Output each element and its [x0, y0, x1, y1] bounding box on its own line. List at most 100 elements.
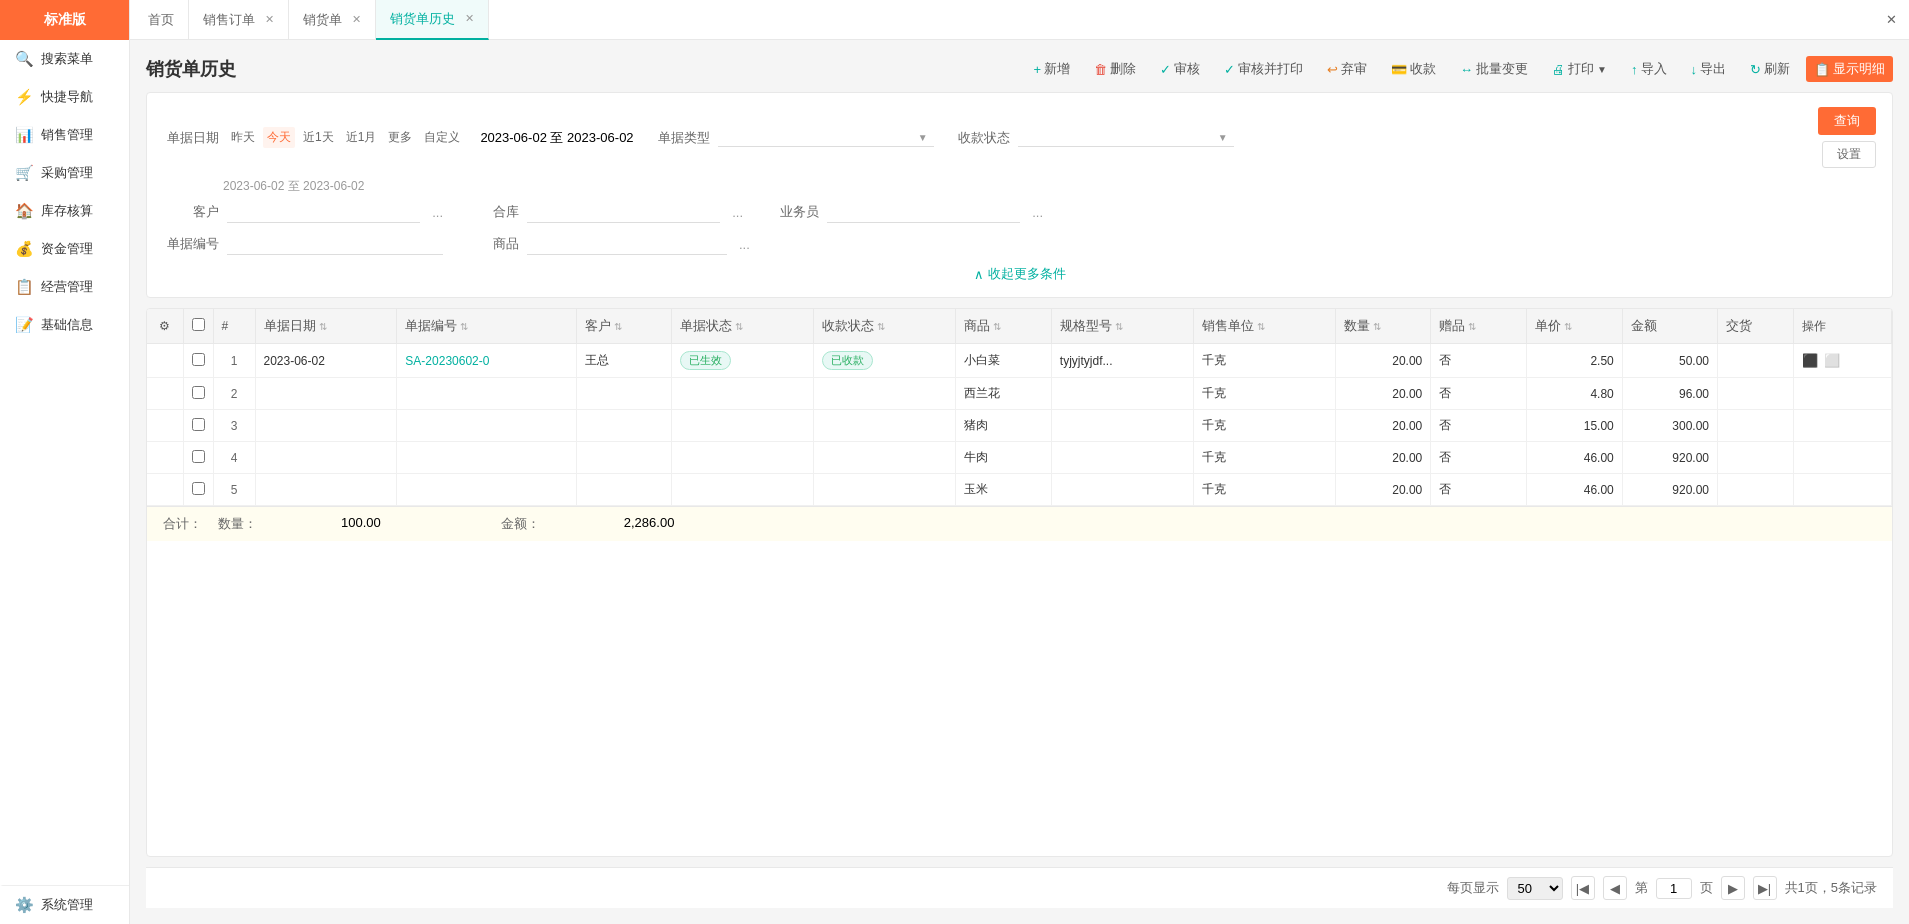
tab-sales-history-close[interactable]: ✕ [465, 12, 474, 25]
tab-home[interactable]: 首页 [134, 0, 189, 40]
page-size-select[interactable]: 50 100 [1507, 877, 1563, 900]
tab-sales-history[interactable]: 销货单历史 ✕ [376, 0, 489, 40]
row-checkbox-1[interactable] [192, 386, 205, 399]
cell-doc-no[interactable] [397, 442, 576, 474]
filter-docno-input[interactable] [227, 233, 443, 255]
sort-collect-status-icon: ⇅ [877, 321, 885, 332]
filter-warehouse-input[interactable] [527, 201, 720, 223]
tab-sales-order[interactable]: 销售订单 ✕ [189, 0, 289, 40]
filter-warehouse-dots[interactable]: ... [732, 205, 743, 220]
select-all-checkbox[interactable] [192, 318, 205, 331]
th-doc-date[interactable]: 单据日期⇅ [255, 309, 397, 344]
cell-collect-status [814, 442, 956, 474]
th-doc-status[interactable]: 单据状态⇅ [672, 309, 814, 344]
cell-checkbox[interactable] [183, 410, 213, 442]
date-yesterday-btn[interactable]: 昨天 [227, 127, 259, 148]
sidebar-item-label: 资金管理 [41, 240, 93, 258]
th-unit[interactable]: 销售单位⇅ [1193, 309, 1335, 344]
last-page-button[interactable]: ▶| [1753, 876, 1777, 900]
sidebar-item-sales-mgmt[interactable]: 📊 销售管理 [0, 116, 129, 154]
collapse-button[interactable]: ∧ 收起更多条件 [163, 265, 1876, 283]
sidebar-item-system[interactable]: ⚙️ 系统管理 [0, 885, 129, 924]
filter-salesperson-input[interactable] [827, 201, 1020, 223]
row-checkbox-2[interactable] [192, 418, 205, 431]
edit-action[interactable]: ⬛ [1802, 353, 1818, 368]
add-button[interactable]: + 新增 [1026, 56, 1079, 82]
tab-sales-delivery[interactable]: 销货单 ✕ [289, 0, 376, 40]
sidebar-item-search-menu[interactable]: 🔍 搜索菜单 [0, 40, 129, 78]
th-doc-no[interactable]: 单据编号⇅ [397, 309, 576, 344]
cell-checkbox[interactable] [183, 378, 213, 410]
filter-row-date-range: 2023-06-02 至 2023-06-02 [223, 178, 1876, 195]
row-checkbox-3[interactable] [192, 450, 205, 463]
tab-sales-order-close[interactable]: ✕ [265, 13, 274, 26]
cell-doc-no[interactable] [397, 474, 576, 506]
show-detail-button[interactable]: 📋 显示明细 [1806, 56, 1893, 82]
cell-checkbox[interactable] [183, 442, 213, 474]
th-customer[interactable]: 客户⇅ [576, 309, 672, 344]
page-number-input[interactable] [1656, 878, 1692, 899]
sidebar-item-inventory[interactable]: 🏠 库存核算 [0, 192, 129, 230]
sidebar-item-label: 经营管理 [41, 278, 93, 296]
sidebar-item-purchase-mgmt[interactable]: 🛒 采购管理 [0, 154, 129, 192]
filter-customer-input[interactable] [227, 201, 420, 223]
sidebar-item-quick-nav[interactable]: ⚡ 快捷导航 [0, 78, 129, 116]
cell-actions [1794, 474, 1892, 506]
filter-row-1: 单据日期 昨天 今天 近1天 近1月 更多 自定义 2023-06-02 至 2… [163, 107, 1876, 168]
sidebar-item-operations[interactable]: 📋 经营管理 [0, 268, 129, 306]
cell-unit: 千克 [1193, 474, 1335, 506]
th-quantity[interactable]: 数量⇅ [1335, 309, 1431, 344]
th-gift[interactable]: 赠品⇅ [1431, 309, 1527, 344]
window-close-button[interactable]: ✕ [1874, 12, 1909, 27]
print-button[interactable]: 🖨 打印 ▼ [1544, 56, 1615, 82]
collapse-up-icon: ∧ [974, 267, 984, 282]
date-month-btn[interactable]: 近1月 [342, 127, 381, 148]
th-settings[interactable]: ⚙ [147, 309, 183, 344]
delete-button[interactable]: 🗑 删除 [1086, 56, 1144, 82]
audit-print-button[interactable]: ✓ 审核并打印 [1216, 56, 1311, 82]
prev-page-button[interactable]: ◀ [1603, 876, 1627, 900]
row-checkbox-0[interactable] [192, 353, 205, 366]
row-checkbox-4[interactable] [192, 482, 205, 495]
set-button[interactable]: 设置 [1822, 141, 1876, 168]
filter-customer-dots[interactable]: ... [432, 205, 443, 220]
sidebar-item-finance[interactable]: 💰 资金管理 [0, 230, 129, 268]
th-collect-status[interactable]: 收款状态⇅ [814, 309, 956, 344]
next-page-button[interactable]: ▶ [1721, 876, 1745, 900]
cell-doc-no[interactable] [397, 410, 576, 442]
date-week-btn[interactable]: 近1天 [299, 127, 338, 148]
query-button[interactable]: 查询 [1818, 107, 1876, 135]
tab-sales-delivery-close[interactable]: ✕ [352, 13, 361, 26]
cell-checkbox[interactable] [183, 474, 213, 506]
cell-doc-no[interactable]: SA-20230602-0 [397, 344, 576, 378]
filter-warehouse-label: 合库 [463, 203, 519, 221]
import-button[interactable]: ↑ 导入 [1623, 56, 1675, 82]
collect-button[interactable]: 💳 收款 [1383, 56, 1444, 82]
filter-goods-dots[interactable]: ... [739, 237, 750, 252]
filter-collect-status-select[interactable]: ▼ [1018, 129, 1234, 147]
batch-change-button[interactable]: ↔ 批量变更 [1452, 56, 1536, 82]
export-button[interactable]: ↓ 导出 [1683, 56, 1735, 82]
filter-salesperson-dots[interactable]: ... [1032, 205, 1043, 220]
sales-mgmt-icon: 📊 [15, 126, 33, 144]
print-label: 打印 [1568, 60, 1594, 78]
cell-actions [1794, 442, 1892, 474]
th-spec[interactable]: 规格型号⇅ [1051, 309, 1193, 344]
th-checkbox[interactable] [183, 309, 213, 344]
th-unit-price[interactable]: 单价⇅ [1527, 309, 1623, 344]
filter-goods-input[interactable] [527, 233, 727, 255]
sidebar-item-basic-info[interactable]: 📝 基础信息 [0, 306, 129, 344]
th-goods[interactable]: 商品⇅ [956, 309, 1052, 344]
date-custom-btn[interactable]: 自定义 [420, 127, 464, 148]
date-more-btn[interactable]: 更多 [384, 127, 416, 148]
more-action[interactable]: ⬜ [1824, 353, 1840, 368]
refresh-button[interactable]: ↻ 刷新 [1742, 56, 1798, 82]
abandon-button[interactable]: ↩ 弃审 [1319, 56, 1375, 82]
first-page-button[interactable]: |◀ [1571, 876, 1595, 900]
date-today-btn[interactable]: 今天 [263, 127, 295, 148]
filter-doc-type-select[interactable]: ▼ [718, 129, 934, 147]
audit-button[interactable]: ✓ 审核 [1152, 56, 1208, 82]
filter-doc-type-item: 单据类型 ▼ [654, 129, 934, 147]
cell-checkbox[interactable] [183, 344, 213, 378]
cell-doc-no[interactable] [397, 378, 576, 410]
